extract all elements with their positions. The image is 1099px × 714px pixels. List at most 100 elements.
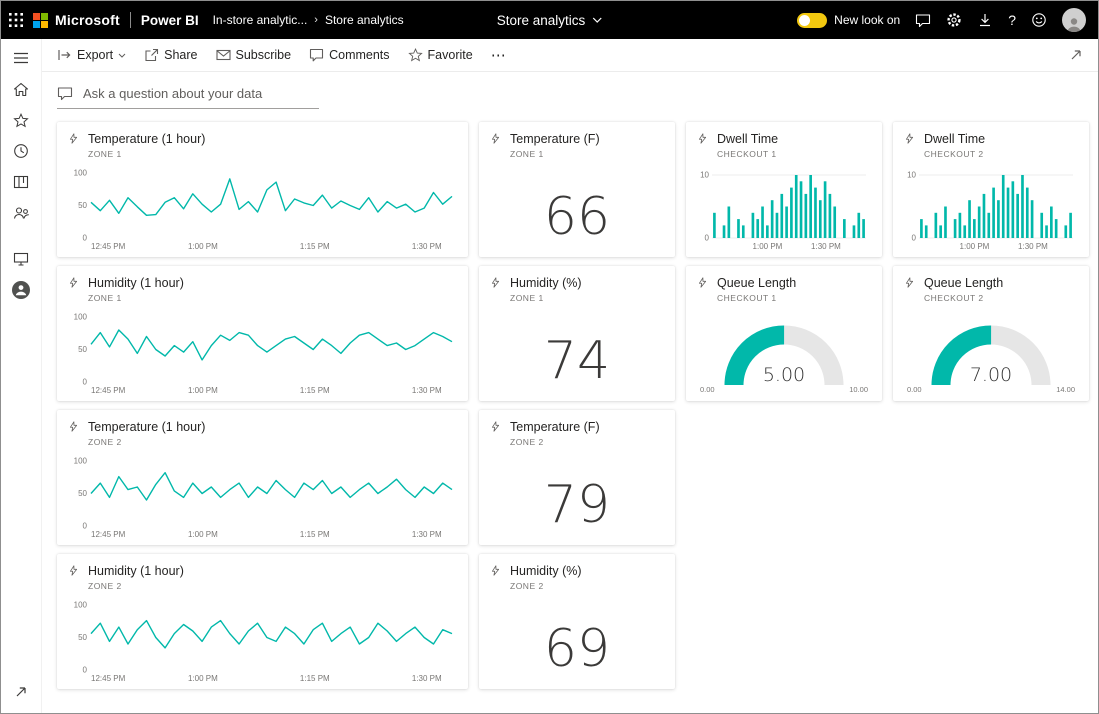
tile-body: 05010012:45 PM1:00 PM1:15 PM1:30 PM — [67, 447, 458, 539]
tile-humidity-pct-zone2[interactable]: Humidity (%) ZONE 2 69 — [479, 554, 675, 689]
dashboard-title: Store analytics — [497, 13, 586, 28]
svg-text:12:45 PM: 12:45 PM — [91, 242, 126, 251]
tile-title: Humidity (1 hour) — [88, 276, 184, 291]
tile-humidity-1hour-zone1[interactable]: Humidity (1 hour) ZONE 1 05010012:45 PM1… — [57, 266, 468, 401]
svg-text:1:00 PM: 1:00 PM — [188, 674, 218, 683]
workspace-icon — [13, 252, 29, 266]
sidebar-item-shared[interactable] — [1, 198, 41, 228]
svg-text:1:00 PM: 1:00 PM — [188, 242, 218, 251]
sidebar-expand-button[interactable] — [1, 677, 41, 707]
app-launcher-button[interactable] — [9, 13, 23, 27]
tile-titles: Humidity (1 hour) ZONE 1 — [88, 276, 184, 303]
tile-titles: Temperature (F) ZONE 1 — [510, 132, 600, 159]
breadcrumb-parent[interactable]: In-store analytic... — [213, 13, 308, 27]
tile-title: Dwell Time — [717, 132, 778, 147]
tile-header: Dwell Time CHECKOUT 2 — [903, 130, 1079, 159]
export-icon — [57, 48, 72, 62]
account-avatar[interactable] — [1062, 8, 1086, 32]
streaming-bolt-icon — [68, 420, 79, 433]
qna-bubble-icon — [57, 86, 73, 101]
tile-header: Humidity (1 hour) ZONE 2 — [67, 562, 458, 591]
svg-text:1:30 PM: 1:30 PM — [412, 530, 442, 539]
svg-text:1:30 PM: 1:30 PM — [412, 242, 442, 251]
export-button[interactable]: Export — [48, 39, 135, 71]
fullscreen-button[interactable] — [1060, 39, 1092, 71]
sidebar-item-apps[interactable] — [1, 167, 41, 197]
powerbi-wordmark[interactable]: Power BI — [141, 13, 199, 28]
tile-titles: Temperature (1 hour) ZONE 2 — [88, 420, 205, 447]
comments-button[interactable]: Comments — [300, 39, 398, 71]
sidebar-item-workspaces[interactable] — [1, 244, 41, 274]
tile-title: Temperature (1 hour) — [88, 132, 205, 147]
share-button[interactable]: Share — [135, 39, 206, 71]
tile-humidity-1hour-zone2[interactable]: Humidity (1 hour) ZONE 2 05010012:45 PM1… — [57, 554, 468, 689]
tile-titles: Humidity (%) ZONE 2 — [510, 564, 582, 591]
line-chart: 05010012:45 PM1:00 PM1:15 PM1:30 PM — [67, 309, 458, 395]
streaming-bolt-icon — [490, 420, 501, 433]
star-icon — [13, 113, 29, 128]
tile-dwell-time-checkout2[interactable]: Dwell Time CHECKOUT 2 0101:00 PM1:30 PM — [893, 122, 1089, 257]
tile-body: 05010012:45 PM1:00 PM1:15 PM1:30 PM — [67, 159, 458, 251]
tile-title: Dwell Time — [924, 132, 985, 147]
svg-text:0: 0 — [83, 234, 88, 243]
smiley-button[interactable] — [1031, 12, 1047, 28]
tile-titles: Dwell Time CHECKOUT 2 — [924, 132, 985, 159]
help-button[interactable]: ? — [1008, 12, 1016, 28]
gauge-chart: 7.000.0014.00 — [903, 307, 1079, 395]
new-look-toggle[interactable]: New look on — [797, 13, 900, 28]
hamburger-menu-button[interactable] — [1, 43, 41, 73]
dashboard-title-dropdown[interactable]: Store analytics — [497, 13, 603, 28]
tile-header: Queue Length CHECKOUT 2 — [903, 274, 1079, 303]
streaming-bolt-icon — [68, 564, 79, 577]
tile-dwell-time-checkout1[interactable]: Dwell Time CHECKOUT 1 0101:00 PM1:30 PM — [686, 122, 882, 257]
sidebar-item-recent[interactable] — [1, 136, 41, 166]
chevron-down-icon — [592, 17, 602, 23]
svg-text:1:00 PM: 1:00 PM — [753, 242, 783, 251]
board-icon — [13, 175, 29, 189]
favorite-label: Favorite — [428, 48, 473, 62]
svg-text:0: 0 — [83, 522, 88, 531]
tile-temperature-f-zone1[interactable]: Temperature (F) ZONE 1 66 — [479, 122, 675, 257]
diagonal-arrow-icon — [14, 685, 28, 699]
feedback-button[interactable] — [915, 13, 931, 28]
tile-subtitle: CHECKOUT 1 — [717, 293, 796, 303]
line-chart: 05010012:45 PM1:00 PM1:15 PM1:30 PM — [67, 453, 458, 539]
toggle-pill — [797, 13, 827, 28]
svg-text:0: 0 — [912, 234, 917, 243]
topbar-actions: New look on ? — [797, 8, 1086, 32]
tile-queue-length-checkout1[interactable]: Queue Length CHECKOUT 1 5.000.0010.00 — [686, 266, 882, 401]
tile-queue-length-checkout2[interactable]: Queue Length CHECKOUT 2 7.000.0014.00 — [893, 266, 1089, 401]
svg-text:7.00: 7.00 — [970, 364, 1012, 386]
download-button[interactable] — [977, 12, 993, 28]
tile-subtitle: ZONE 2 — [88, 437, 205, 447]
sidebar-item-favorites[interactable] — [1, 105, 41, 135]
svg-text:50: 50 — [78, 489, 87, 498]
person-icon — [1065, 16, 1083, 32]
tile-subtitle: ZONE 1 — [88, 293, 184, 303]
dashboard-canvas: Temperature (1 hour) ZONE 1 05010012:45 … — [42, 72, 1098, 713]
qna-input[interactable] — [81, 85, 319, 102]
tile-header: Temperature (F) ZONE 1 — [489, 130, 665, 159]
settings-button[interactable] — [946, 12, 962, 28]
favorite-button[interactable]: Favorite — [399, 39, 482, 71]
qna-box — [57, 85, 319, 109]
tile-subtitle: ZONE 1 — [510, 293, 582, 303]
svg-text:5.00: 5.00 — [763, 364, 805, 386]
tile-humidity-pct-zone1[interactable]: Humidity (%) ZONE 1 74 — [479, 266, 675, 401]
tile-temperature-1hour-zone1[interactable]: Temperature (1 hour) ZONE 1 05010012:45 … — [57, 122, 468, 257]
svg-text:100: 100 — [74, 169, 88, 178]
line-chart: 05010012:45 PM1:00 PM1:15 PM1:30 PM — [67, 165, 458, 251]
subscribe-button[interactable]: Subscribe — [207, 39, 301, 71]
envelope-icon — [216, 49, 231, 61]
share-icon — [144, 48, 159, 62]
sidebar-item-home[interactable] — [1, 74, 41, 104]
left-sidebar — [1, 39, 42, 713]
comments-label: Comments — [329, 48, 389, 62]
sidebar-item-my-workspace[interactable] — [1, 275, 41, 305]
breadcrumb-current[interactable]: Store analytics — [325, 13, 404, 27]
tile-temperature-1hour-zone2[interactable]: Temperature (1 hour) ZONE 2 05010012:45 … — [57, 410, 468, 545]
more-options-button[interactable]: ⋯ — [482, 39, 516, 71]
tile-title: Temperature (F) — [510, 132, 600, 147]
tile-header: Dwell Time CHECKOUT 1 — [696, 130, 872, 159]
tile-temperature-f-zone2[interactable]: Temperature (F) ZONE 2 79 — [479, 410, 675, 545]
